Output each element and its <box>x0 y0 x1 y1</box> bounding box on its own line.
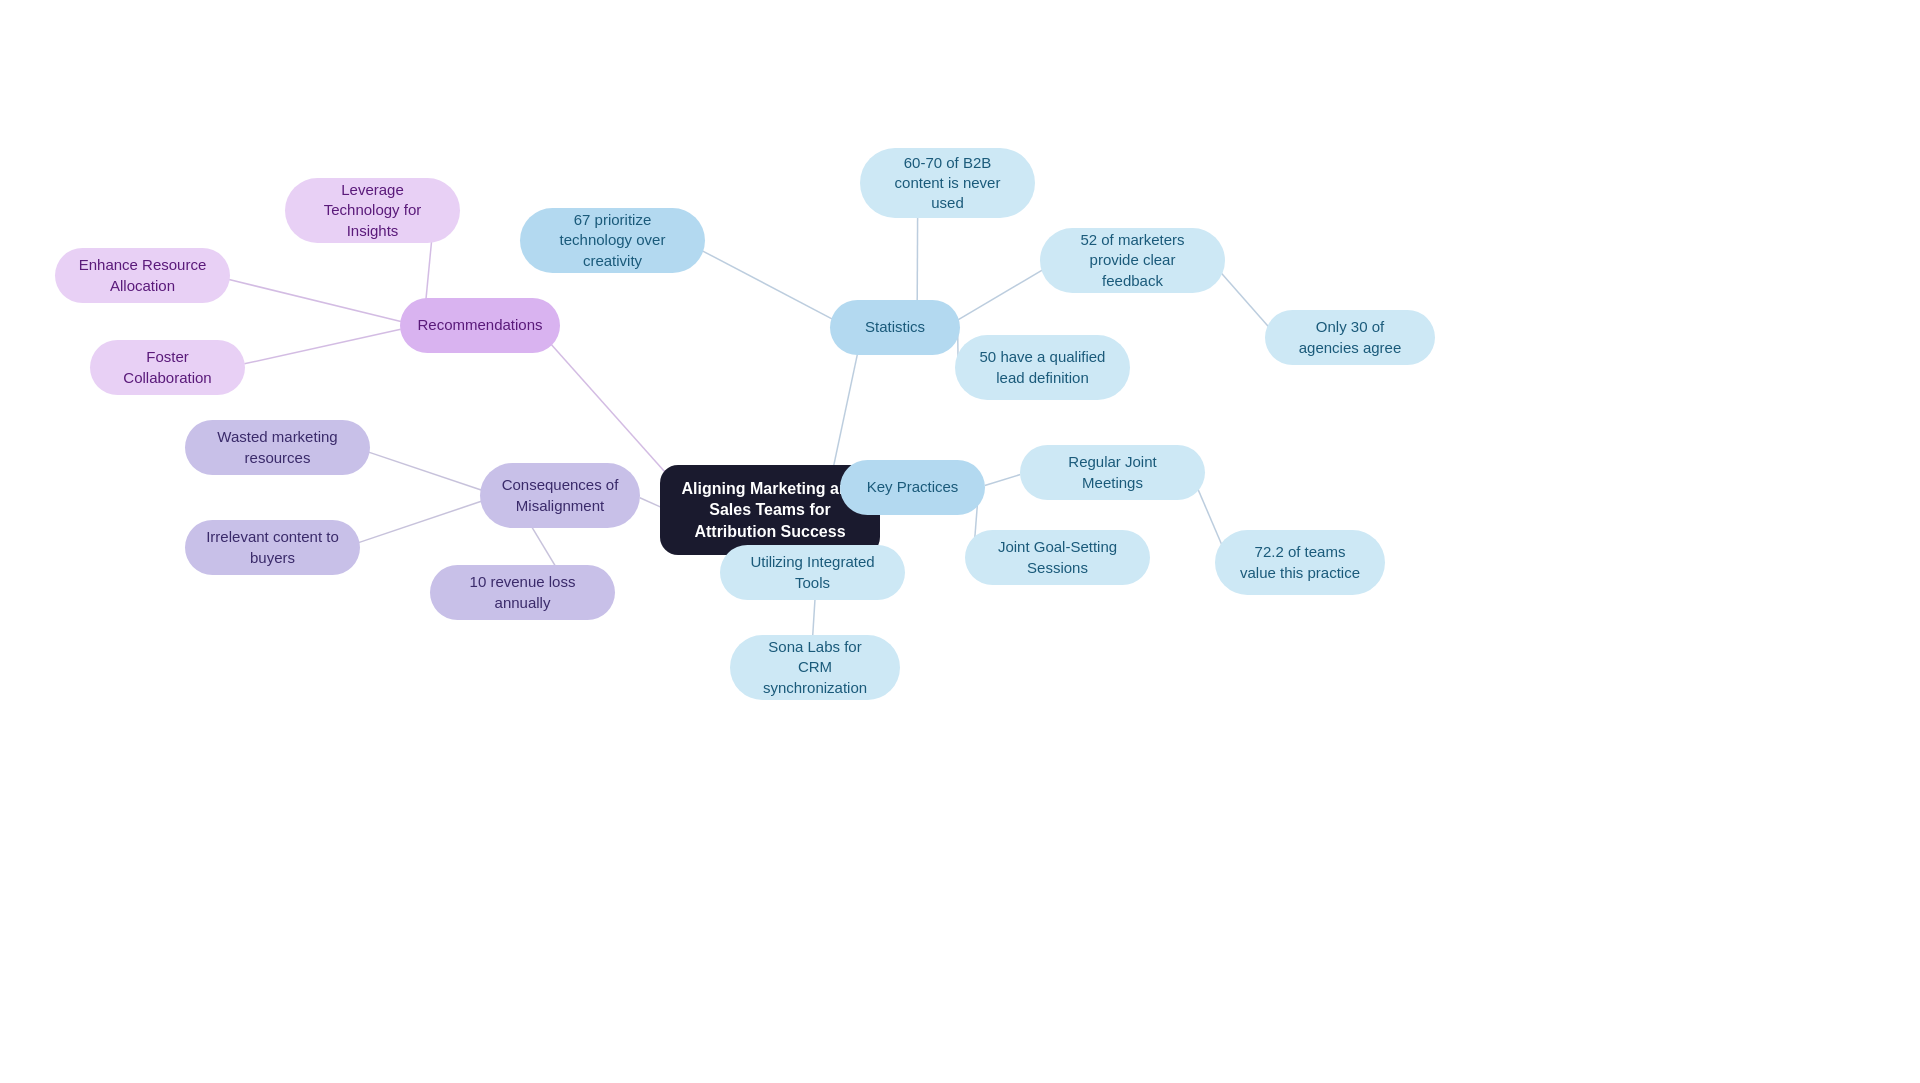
node-practice3: Joint Goal-Setting Sessions <box>965 530 1150 585</box>
svg-line-0 <box>832 350 858 473</box>
node-stat5: Only 30 of agencies agree <box>1265 310 1435 365</box>
node-practice5: Sona Labs for CRM synchronization <box>730 635 900 700</box>
svg-line-17 <box>425 234 432 305</box>
svg-line-14 <box>359 501 482 542</box>
node-rec1: Leverage Technology for Insights <box>285 178 460 243</box>
mindmap-container: Aligning Marketing and Sales Teams for A… <box>0 0 1920 1083</box>
svg-line-5 <box>1220 271 1270 328</box>
node-stat2: 67 prioritize technology over creativity <box>520 208 705 273</box>
svg-line-12 <box>640 498 660 507</box>
node-consequences: Consequences of Misalignment <box>480 463 640 528</box>
svg-line-7 <box>985 475 1020 486</box>
svg-line-10 <box>1196 484 1223 548</box>
node-practice1: Regular Joint Meetings <box>1020 445 1205 500</box>
node-keypractices: Key Practices <box>840 460 985 515</box>
svg-line-15 <box>531 526 556 567</box>
svg-line-18 <box>229 280 401 322</box>
svg-line-2 <box>701 250 833 319</box>
node-practice2: Utilizing Integrated Tools <box>720 545 905 600</box>
node-recommendations: Recommendations <box>400 298 560 353</box>
node-practice4: 72.2 of teams value this practice <box>1215 530 1385 595</box>
svg-line-19 <box>244 329 400 364</box>
node-stat4: 50 have a qualified lead definition <box>955 335 1130 400</box>
node-stat3: 52 of marketers provide clear feedback <box>1040 228 1225 293</box>
node-cons1: Wasted marketing resources <box>185 420 370 475</box>
node-cons2: Irrelevant content to buyers <box>185 520 360 575</box>
node-rec3: Foster Collaboration <box>90 340 245 395</box>
svg-line-3 <box>958 269 1044 320</box>
svg-line-11 <box>813 600 815 635</box>
node-rec2: Enhance Resource Allocation <box>55 248 230 303</box>
node-statistics: Statistics <box>830 300 960 355</box>
node-stat1: 60-70 of B2B content is never used <box>860 148 1035 218</box>
node-cons3: 10 revenue loss annually <box>430 565 615 620</box>
svg-line-13 <box>369 452 481 490</box>
